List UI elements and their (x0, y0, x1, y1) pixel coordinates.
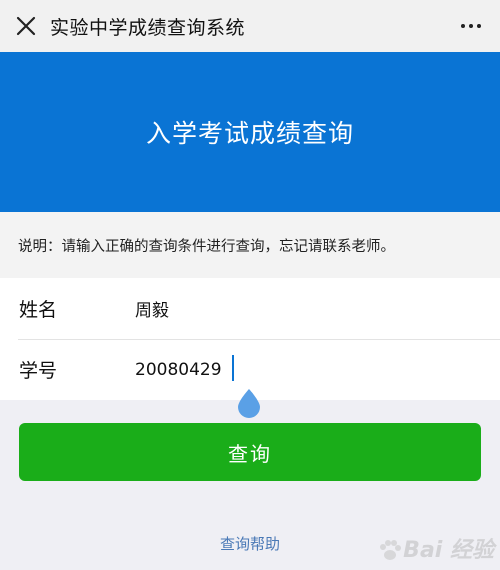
watermark: Bai 经验 (377, 532, 494, 564)
notice-text: 说明：请输入正确的查询条件进行查询，忘记请联系老师。 (0, 212, 500, 278)
watermark-text: Bai 经验 (403, 538, 494, 563)
more-dots-icon (461, 24, 465, 28)
text-cursor (232, 355, 234, 381)
student-id-input[interactable] (135, 359, 435, 380)
page-title: 实验中学成绩查询系统 (50, 16, 246, 39)
student-id-label: 学号 (19, 360, 58, 382)
name-input[interactable] (135, 298, 435, 319)
form-row-name: 姓名 (0, 278, 500, 339)
banner: 入学考试成绩查询 (0, 52, 500, 212)
query-form: 姓名 学号 (0, 278, 500, 400)
banner-title: 入学考试成绩查询 (145, 119, 354, 148)
top-bar: 实验中学成绩查询系统 (0, 0, 500, 52)
close-button[interactable] (4, 0, 48, 52)
query-button[interactable]: 查询 (19, 423, 481, 481)
name-label: 姓名 (19, 299, 58, 321)
cursor-handle-icon[interactable] (234, 388, 264, 418)
close-icon (16, 16, 36, 36)
paw-logo-icon (380, 540, 402, 560)
more-button[interactable] (456, 13, 486, 39)
